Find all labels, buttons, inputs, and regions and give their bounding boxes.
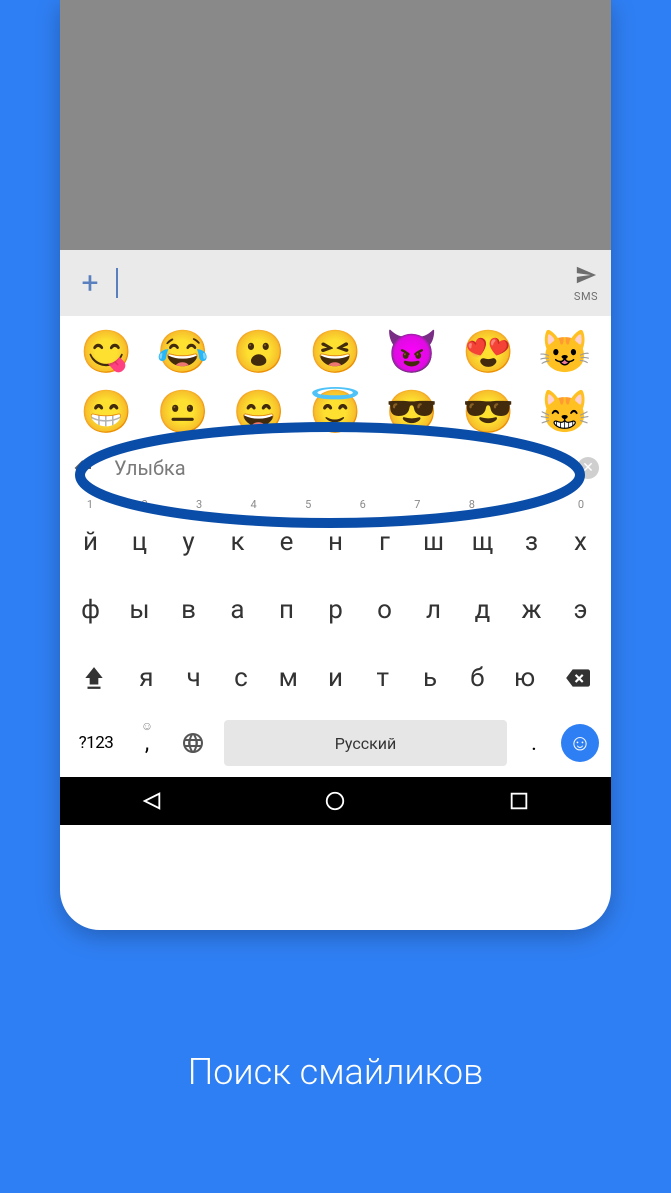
- back-icon[interactable]: [72, 456, 96, 480]
- send-mode-label: SMS: [574, 290, 598, 303]
- letter-key[interactable]: ф: [66, 579, 115, 641]
- letter-key[interactable]: у: [164, 511, 213, 573]
- letter-key[interactable]: а: [213, 579, 262, 641]
- letter-key[interactable]: л: [409, 579, 458, 641]
- number-hint: 0: [561, 498, 601, 511]
- mini-emoji-icon: ☺: [141, 719, 153, 733]
- letter-key[interactable]: ы: [115, 579, 164, 641]
- android-navbar: [60, 777, 611, 825]
- letter-key[interactable]: ч: [170, 647, 217, 709]
- letter-key[interactable]: я: [123, 647, 170, 709]
- emoji-suggestion[interactable]: 😂: [153, 324, 213, 380]
- emoji-suggestion[interactable]: 😋: [76, 324, 136, 380]
- comma-key[interactable]: ☺ ,: [126, 715, 168, 771]
- number-hint: 4: [234, 498, 274, 511]
- emoji-suggestion[interactable]: 😸: [535, 384, 595, 440]
- letter-key[interactable]: т: [359, 647, 406, 709]
- letter-key[interactable]: г: [360, 511, 409, 573]
- letter-key[interactable]: ц: [115, 511, 164, 573]
- number-hint: 9: [506, 498, 546, 511]
- letter-key[interactable]: к: [213, 511, 262, 573]
- letter-key[interactable]: ш: [409, 511, 458, 573]
- letter-key[interactable]: ж: [507, 579, 556, 641]
- nav-back-icon[interactable]: [141, 790, 163, 812]
- emoji-toggle-key[interactable]: ☺: [555, 715, 605, 771]
- letter-key[interactable]: д: [458, 579, 507, 641]
- number-hint: 3: [179, 498, 219, 511]
- emoji-search-input[interactable]: Улыбка: [96, 456, 577, 480]
- period-key[interactable]: .: [513, 715, 555, 771]
- text-cursor: [116, 268, 118, 298]
- number-hint: 5: [288, 498, 328, 511]
- emoji-suggestions: 😋 😂 😮 😆 😈 😍 😺 😁 😐 😄 😇 😎 😎 😸: [60, 316, 611, 442]
- emoji-suggestion[interactable]: 😺: [535, 324, 595, 380]
- letter-key[interactable]: ю: [501, 647, 548, 709]
- backspace-key[interactable]: [548, 647, 605, 709]
- app-content-area: [60, 0, 611, 250]
- space-key[interactable]: Русский: [224, 720, 507, 766]
- number-hint: 2: [125, 498, 165, 511]
- letter-key[interactable]: р: [311, 579, 360, 641]
- clear-search-icon[interactable]: ✕: [577, 457, 599, 479]
- emoji-suggestion[interactable]: 😁: [76, 384, 136, 440]
- nav-home-icon[interactable]: [324, 790, 346, 812]
- emoji-search-bar: Улыбка ✕: [60, 442, 611, 494]
- compose-bar: + SMS: [60, 250, 611, 316]
- letter-key[interactable]: х: [556, 511, 605, 573]
- number-hint: 7: [397, 498, 437, 511]
- letter-key[interactable]: н: [311, 511, 360, 573]
- letter-key[interactable]: щ: [458, 511, 507, 573]
- symbols-key[interactable]: ?123: [66, 715, 126, 771]
- emoji-suggestion[interactable]: 😎: [458, 384, 518, 440]
- number-hint: 8: [452, 498, 492, 511]
- emoji-suggestion[interactable]: 😆: [305, 324, 365, 380]
- language-switch-key[interactable]: [168, 715, 218, 771]
- send-icon: [571, 264, 601, 290]
- emoji-suggestion[interactable]: 😍: [458, 324, 518, 380]
- letter-key[interactable]: п: [262, 579, 311, 641]
- emoji-suggestion[interactable]: 😈: [382, 324, 442, 380]
- shift-key[interactable]: [66, 647, 123, 709]
- number-hint: 6: [343, 498, 383, 511]
- letter-key[interactable]: с: [217, 647, 264, 709]
- feature-caption: Поиск смайликов: [0, 1051, 671, 1093]
- letter-key[interactable]: ь: [406, 647, 453, 709]
- keyboard: 1 2 3 4 5 6 7 8 9 0 йцукенгшщзх фывапролджэ ячсми…: [60, 494, 611, 777]
- letter-key[interactable]: э: [556, 579, 605, 641]
- letter-key[interactable]: б: [454, 647, 501, 709]
- add-attachment-button[interactable]: +: [70, 266, 110, 301]
- smiley-icon: ☺: [561, 724, 599, 762]
- emoji-suggestion[interactable]: 😄: [229, 384, 289, 440]
- emoji-suggestion[interactable]: 😐: [153, 384, 213, 440]
- emoji-suggestion[interactable]: 😎: [382, 384, 442, 440]
- letter-key[interactable]: и: [312, 647, 359, 709]
- nav-recent-icon[interactable]: [508, 790, 530, 812]
- emoji-suggestion[interactable]: 😇: [305, 384, 365, 440]
- number-hint: 1: [70, 498, 110, 511]
- letter-key[interactable]: й: [66, 511, 115, 573]
- letter-key[interactable]: з: [507, 511, 556, 573]
- letter-key[interactable]: м: [265, 647, 312, 709]
- send-button[interactable]: SMS: [571, 264, 601, 303]
- letter-key[interactable]: о: [360, 579, 409, 641]
- letter-key[interactable]: е: [262, 511, 311, 573]
- phone-frame: + SMS 😋 😂 😮 😆 😈 😍 😺 😁 😐 😄 😇 😎 😎 😸 Улыбка ✕ 1 2 3 4 5 6 7 8 9…: [60, 0, 611, 930]
- emoji-suggestion[interactable]: 😮: [229, 324, 289, 380]
- letter-key[interactable]: в: [164, 579, 213, 641]
